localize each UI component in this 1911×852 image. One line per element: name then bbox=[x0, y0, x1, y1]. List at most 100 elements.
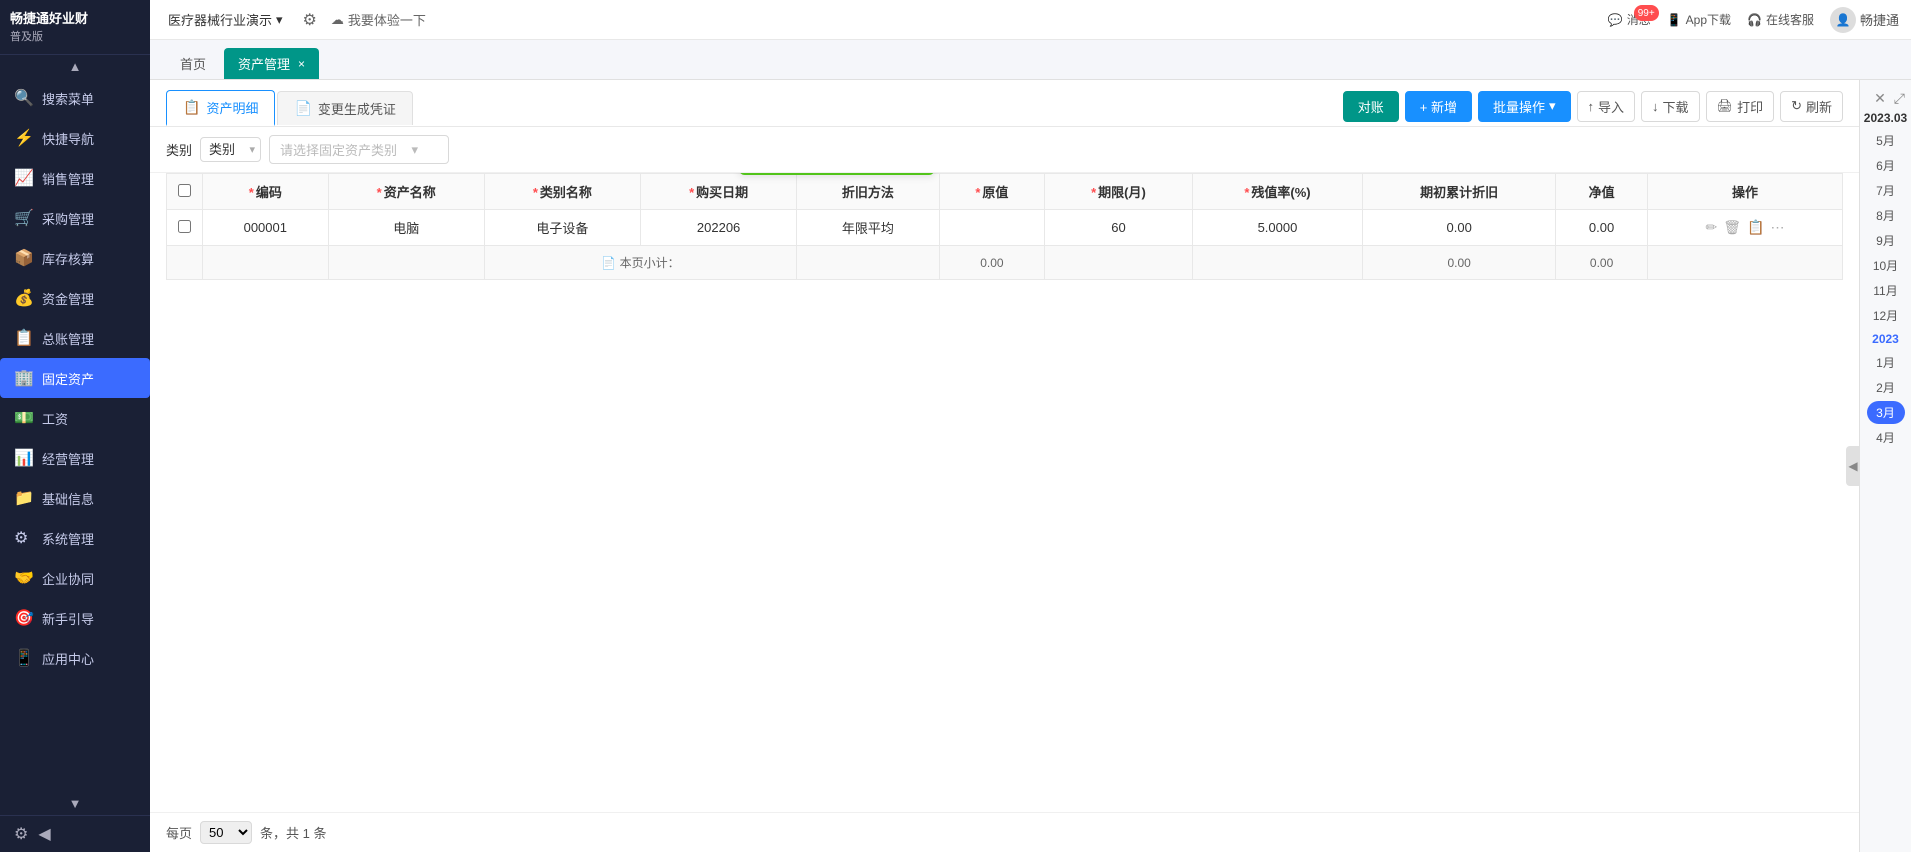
print-icon: 🖨 bbox=[1717, 98, 1734, 114]
sidebar-item-新手引导[interactable]: 🎯新手引导 bbox=[0, 598, 150, 638]
refresh-btn[interactable]: ↻ 刷新 bbox=[1780, 91, 1843, 122]
sidebar-item-企业协同[interactable]: 🤝企业协同 bbox=[0, 558, 150, 598]
right-panel-collapse-btn[interactable]: ◀ bbox=[1846, 446, 1860, 486]
service-icon: 🎧 bbox=[1747, 13, 1762, 27]
th-original-value: *原值 bbox=[939, 174, 1044, 210]
subtab-bar: 📋 资产明细 📄 变更生成凭证 对账 + 新增 bbox=[150, 80, 1859, 127]
month-item-7月[interactable]: 7月 bbox=[1867, 179, 1905, 202]
subtab-change-voucher[interactable]: 📄 变更生成凭证 bbox=[277, 91, 412, 125]
sidebar-item-总账管理[interactable]: 📋总账管理 bbox=[0, 318, 150, 358]
sidebar-item-工资[interactable]: 💵工资 bbox=[0, 398, 150, 438]
month-item-2月[interactable]: 2月 bbox=[1867, 376, 1905, 399]
asset-detail-icon: 📋 bbox=[183, 99, 200, 116]
row-accumulated-depreciation: 0.00 bbox=[1363, 210, 1556, 246]
settings-gear-icon[interactable]: ⚙ bbox=[297, 7, 323, 33]
online-service-btn[interactable]: 🎧 在线客服 bbox=[1747, 11, 1814, 28]
sidebar-item-系统管理[interactable]: ⚙系统管理 bbox=[0, 518, 150, 558]
th-depreciation-method: 折旧方法 bbox=[797, 174, 939, 210]
tab-asset-management[interactable]: 资产管理 × bbox=[224, 48, 319, 79]
sidebar-item-搜索菜单[interactable]: 🔍搜索菜单 bbox=[0, 78, 150, 118]
month-item-11月[interactable]: 11月 bbox=[1867, 279, 1905, 302]
messages-btn[interactable]: 💬 消息 99+ bbox=[1608, 11, 1651, 28]
download-btn[interactable]: ↓ 下载 bbox=[1641, 91, 1700, 122]
filter-row: 类别 类别 ▾ 请选择固定资产类别 ▾ bbox=[150, 127, 1859, 173]
month-item-10月[interactable]: 10月 bbox=[1867, 254, 1905, 277]
user-menu[interactable]: 👤 畅捷通 bbox=[1830, 7, 1899, 33]
new-btn[interactable]: + 新增 bbox=[1405, 91, 1472, 122]
month-item-8月[interactable]: 8月 bbox=[1867, 204, 1905, 227]
row-checkbox[interactable] bbox=[178, 220, 191, 233]
per-page-select[interactable]: 50 10 20 100 bbox=[200, 821, 252, 844]
month-item-1月[interactable]: 1月 bbox=[1867, 351, 1905, 374]
batch-btn[interactable]: 批量操作 ▾ bbox=[1478, 91, 1571, 122]
experience-btn[interactable]: ☁ 我要体验一下 bbox=[331, 10, 426, 29]
th-checkbox bbox=[167, 174, 203, 210]
settings-icon[interactable]: ⚙ bbox=[14, 824, 28, 844]
refresh-icon: ↻ bbox=[1791, 98, 1802, 114]
right-panel-header: ✕ ⤢ bbox=[1860, 84, 1911, 109]
table-header-row: *编码 *资产名称 *类别名称 *购买日期 折旧方法 *原值 *期限(月) *残… bbox=[167, 174, 1843, 210]
pagination: 每页 50 10 20 100 条，共 1 条 bbox=[150, 812, 1859, 852]
month-item-5月[interactable]: 5月 bbox=[1867, 129, 1905, 152]
th-category: *类别名称 bbox=[484, 174, 640, 210]
company-name: 医疗器械行业演示 bbox=[168, 10, 272, 29]
import-btn[interactable]: ↑ 导入 bbox=[1577, 91, 1636, 122]
month-item-9月[interactable]: 9月 bbox=[1867, 229, 1905, 252]
sidebar-nav: 🔍搜索菜单⚡快捷导航📈销售管理🛒采购管理📦库存核算💰资金管理📋总账管理🏢固定资产… bbox=[0, 78, 150, 792]
account-btn[interactable]: 对账 bbox=[1343, 91, 1399, 122]
main-area: 医疗器械行业演示 ▾ ⚙ ☁ 我要体验一下 💬 消息 99+ 📱 App下载 🎧… bbox=[150, 0, 1911, 852]
subtotal-net: 0.00 bbox=[1556, 246, 1648, 280]
sidebar-item-基础信息[interactable]: 📁基础信息 bbox=[0, 478, 150, 518]
month-item-6月[interactable]: 6月 bbox=[1867, 154, 1905, 177]
sidebar-bottom[interactable]: ⚙ ◀ bbox=[0, 815, 150, 852]
more-icon[interactable]: ⋯ bbox=[1770, 219, 1784, 236]
month-item-12月[interactable]: 12月 bbox=[1867, 304, 1905, 327]
right-panel-close-icon[interactable]: ✕ bbox=[1872, 88, 1888, 109]
subtotal-empty-check bbox=[167, 246, 203, 280]
sidebar-item-应用中心[interactable]: 📱应用中心 bbox=[0, 638, 150, 678]
company-selector[interactable]: 医疗器械行业演示 ▾ bbox=[162, 7, 289, 32]
sidebar-item-销售管理[interactable]: 📈销售管理 bbox=[0, 158, 150, 198]
sidebar-item-库存核算[interactable]: 📦库存核算 bbox=[0, 238, 150, 278]
th-purchase-date: *购买日期 bbox=[641, 174, 797, 210]
tab-home-label: 首页 bbox=[180, 54, 206, 73]
subtotal-empty-code bbox=[203, 246, 329, 280]
topbar: 医疗器械行业演示 ▾ ⚙ ☁ 我要体验一下 💬 消息 99+ 📱 App下载 🎧… bbox=[150, 0, 1911, 40]
category-filter-wrap[interactable]: 类别 ▾ bbox=[200, 137, 261, 162]
sidebar-item-经营管理[interactable]: 📊经营管理 bbox=[0, 438, 150, 478]
row-category: 电子设备 bbox=[484, 210, 640, 246]
app-download-btn[interactable]: 📱 App下载 bbox=[1667, 11, 1731, 28]
collapse-icon[interactable]: ◀ bbox=[38, 824, 50, 844]
month-item-4月[interactable]: 4月 bbox=[1867, 426, 1905, 449]
experience-label: 我要体验一下 bbox=[348, 10, 426, 29]
sidebar-item-快捷导航[interactable]: ⚡快捷导航 bbox=[0, 118, 150, 158]
print-label: 打印 bbox=[1737, 97, 1763, 116]
app-download-label: App下载 bbox=[1686, 11, 1731, 28]
content-main: 📋 资产明细 📄 变更生成凭证 对账 + 新增 bbox=[150, 80, 1859, 852]
sidebar-item-采购管理[interactable]: 🛒采购管理 bbox=[0, 198, 150, 238]
subtab-asset-detail[interactable]: 📋 资产明细 bbox=[166, 90, 275, 126]
category-filter-select[interactable]: 类别 bbox=[200, 137, 261, 162]
sidebar-scroll-up[interactable]: ▲ bbox=[0, 55, 150, 78]
subtotal-label: 📄 bbox=[601, 256, 616, 270]
print-btn[interactable]: 🖨 打印 bbox=[1706, 91, 1775, 122]
row-action: ✏ 🗑 📋 ⋯ bbox=[1647, 210, 1842, 246]
asset-category-selector[interactable]: 请选择固定资产类别 ▾ bbox=[269, 135, 449, 164]
row-checkbox-cell bbox=[167, 210, 203, 246]
sidebar-item-资金管理[interactable]: 💰资金管理 bbox=[0, 278, 150, 318]
tab-asset-label: 资产管理 bbox=[238, 54, 290, 73]
edit-icon[interactable]: ✏ bbox=[1705, 219, 1717, 236]
tab-home[interactable]: 首页 bbox=[166, 48, 220, 79]
copy-icon[interactable]: 📋 bbox=[1747, 219, 1764, 236]
right-panel-expand-icon[interactable]: ⤢ bbox=[1892, 88, 1907, 109]
th-name: *资产名称 bbox=[328, 174, 484, 210]
th-period: *期限(月) bbox=[1045, 174, 1193, 210]
sidebar-item-固定资产[interactable]: 🏢固定资产 bbox=[0, 358, 150, 398]
select-all-checkbox[interactable] bbox=[178, 184, 191, 197]
tab-close-icon[interactable]: × bbox=[298, 57, 305, 71]
month-item-3月[interactable]: 3月 bbox=[1867, 401, 1905, 424]
service-label: 在线客服 bbox=[1766, 11, 1814, 28]
delete-icon[interactable]: 🗑 bbox=[1723, 219, 1741, 236]
sidebar-scroll-down[interactable]: ▼ bbox=[0, 792, 150, 815]
table-row: 000001 电脑 电子设备 202206 年限平均 60 5.0000 0.0… bbox=[167, 210, 1843, 246]
